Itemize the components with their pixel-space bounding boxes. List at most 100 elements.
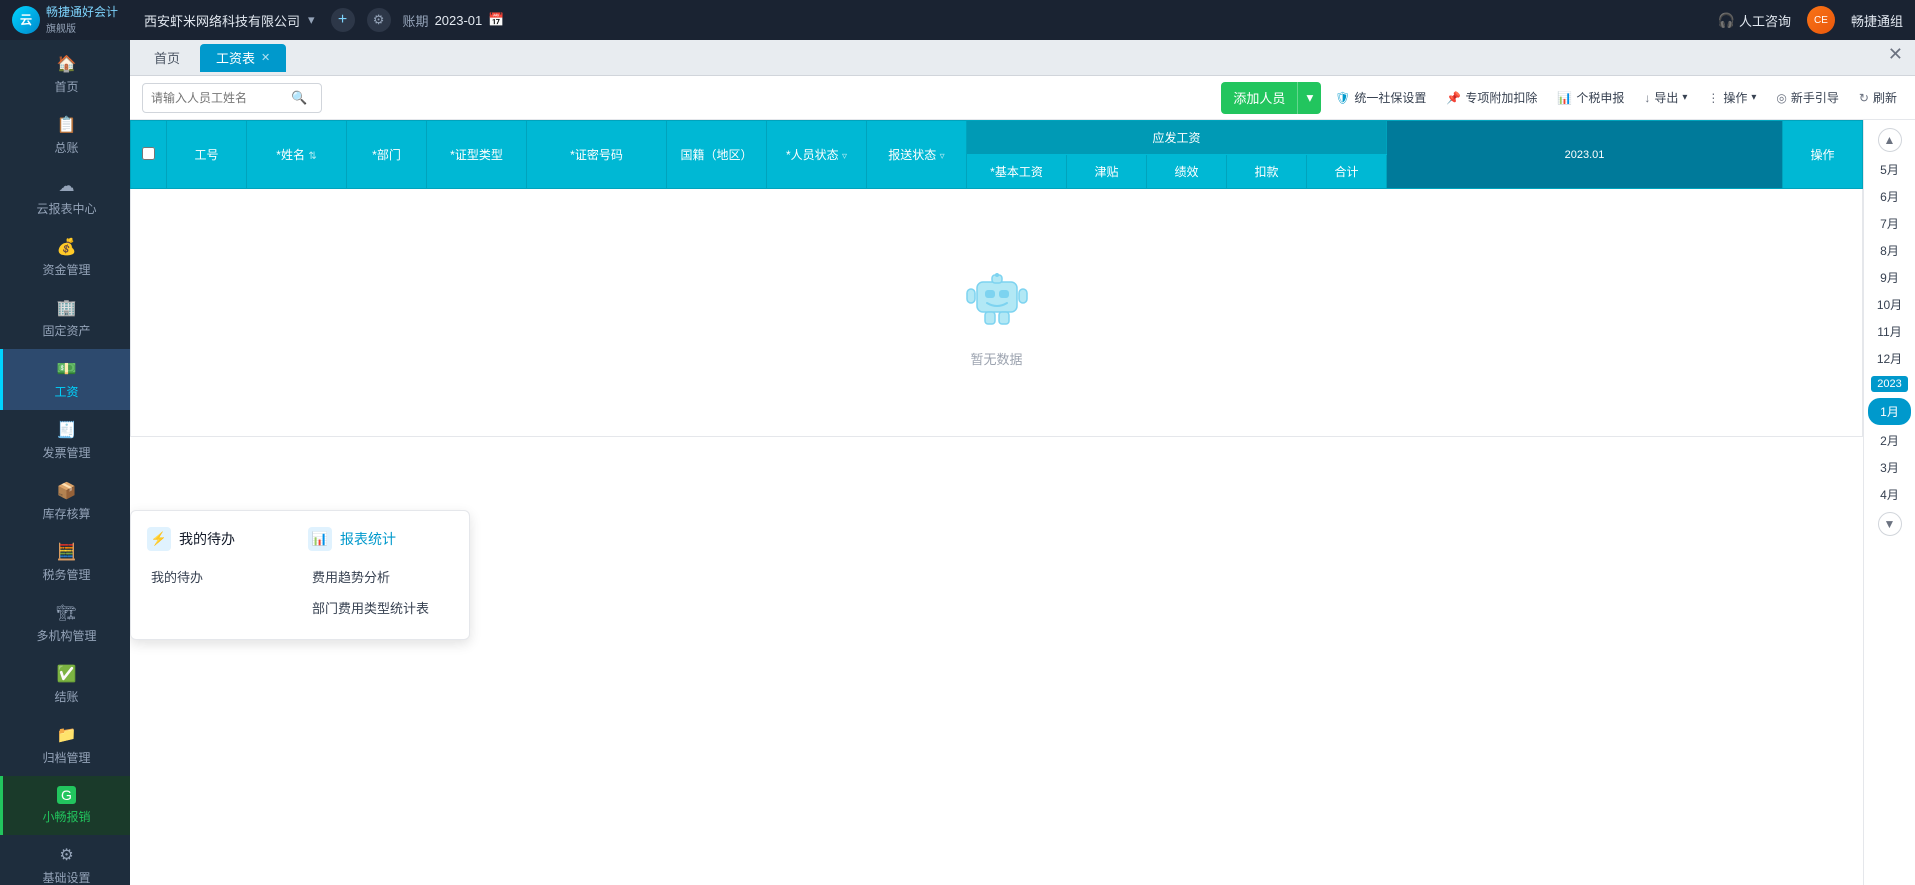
empty-illustration [957,257,1037,337]
sidebar-item-invoice[interactable]: 🧾 发票管理 [0,410,130,471]
th-id: 工号 [167,121,247,189]
select-all-checkbox[interactable] [142,147,155,160]
month-1-active[interactable]: 1月 [1868,398,1911,425]
sidebar-label-multi: 多机构管理 [36,627,96,644]
support-button[interactable]: 🎧 人工咨询 [1718,11,1791,30]
tab-salary[interactable]: 工资表 ✕ [200,44,286,72]
sidebar-item-salary[interactable]: 💵 工资 [0,349,130,410]
period-value[interactable]: 2023-01 [435,13,483,28]
month-10[interactable]: 10月 [1864,291,1915,318]
month-scroll-up[interactable]: ▲ [1878,128,1902,152]
sidebar-item-report[interactable]: ☁ 云报表中心 [0,166,130,227]
month-scroll-down[interactable]: ▼ [1878,512,1902,536]
th-person-status[interactable]: *人员状态 ▿ [767,121,867,189]
month-12[interactable]: 12月 [1864,345,1915,372]
month-11[interactable]: 11月 [1864,318,1915,345]
export-button[interactable]: ↓ 导出 ▾ [1638,85,1693,110]
new-guide-button[interactable]: ◎ 新手引导 [1770,85,1845,110]
company-selector[interactable]: 西安虾米网络科技有限公司 ▾ [144,11,315,30]
guide-icon: ◎ [1776,91,1786,105]
salary-table: 工号 *姓名 ⇅ *部门 *证型类型 [130,120,1863,437]
user-avatar[interactable]: CE [1807,6,1835,34]
settings-icon[interactable]: ⚙ [367,8,391,32]
th-send-status[interactable]: 报送状态 ▿ [867,121,967,189]
month-9[interactable]: 9月 [1864,264,1915,291]
sidebar-item-ledger[interactable]: 📋 总账 [0,105,130,166]
th-dept: *部门 [347,121,427,189]
sidebar-label-ledger: 总账 [54,139,78,156]
shield-icon: 🛡 [1335,91,1350,105]
month-3[interactable]: 3月 [1864,454,1915,481]
social-security-button[interactable]: 🛡 统一社保设置 [1329,85,1432,110]
month-6[interactable]: 6月 [1864,183,1915,210]
popup-cost-trend[interactable]: 费用趋势分析 [308,561,453,592]
expense-icon: G [57,786,76,804]
sidebar-item-finance[interactable]: 💰 资金管理 [0,227,130,288]
month-4[interactable]: 4月 [1864,481,1915,508]
popup-dept-cost[interactable]: 部门费用类型统计表 [308,592,453,623]
sidebar-label-salary: 工资 [54,383,78,400]
tax-report-button[interactable]: 📊 个税申报 [1551,85,1630,110]
sidebar-item-tax[interactable]: 🧮 税务管理 [0,532,130,593]
empty-message: 暂无数据 [970,349,1022,368]
calendar-icon[interactable]: 📅 [488,12,504,28]
tax-report-icon: 📊 [1557,91,1572,105]
th-name[interactable]: *姓名 ⇅ [247,121,347,189]
th-operation: 操作 [1783,121,1863,189]
gear-icon: ⚙ [59,845,73,865]
tab-home[interactable]: 首页 [138,44,196,72]
todo-section-icon: ⚡ [147,527,171,551]
sidebar-item-archive[interactable]: 📁 归档管理 [0,715,130,776]
operations-button[interactable]: ⋮ 操作 ▾ [1701,85,1762,110]
sidebar-label-finance: 资金管理 [42,261,90,278]
th-deduction: 扣款 [1227,155,1307,189]
add-person-dropdown[interactable]: ▾ [1297,82,1321,114]
sidebar-label-report: 云报表中心 [36,200,96,217]
tab-salary-close[interactable]: ✕ [261,51,270,64]
empty-state: 暂无数据 [141,197,1852,428]
tab-bar: 首页 工资表 ✕ ✕ [130,40,1915,76]
deduction-icon: 📌 [1446,91,1461,105]
sidebar-item-fixed[interactable]: 🏢 固定资产 [0,288,130,349]
logo-area: 云 畅捷通好会计 旗舰版 [12,5,132,34]
month-8[interactable]: 8月 [1864,237,1915,264]
sidebar-item-multi[interactable]: 🏗 多机构管理 [0,593,130,654]
multi-icon: 🏗 [56,603,76,623]
sidebar-item-expense[interactable]: G 小畅报销 [0,776,130,835]
sidebar-item-inventory[interactable]: 📦 库存核算 [0,471,130,532]
month-5[interactable]: 5月 [1864,156,1915,183]
th-total: 合计 [1307,155,1387,189]
th-subsidy: 津贴 [1067,155,1147,189]
sidebar-item-home[interactable]: 🏠 首页 [0,44,130,105]
filter-icon: ▿ [842,151,847,162]
special-deduction-button[interactable]: 📌 专项附加扣除 [1440,85,1543,110]
ops-arrow-icon: ▾ [1751,92,1756,103]
table-container: 工号 *姓名 ⇅ *部门 *证型类型 [130,120,1863,885]
add-person-button[interactable]: 添加人员 [1221,82,1297,114]
headset-icon: 🎧 [1718,12,1735,29]
refresh-button[interactable]: ↻ 刷新 [1853,85,1903,110]
popup-my-todo[interactable]: 我的待办 [147,561,292,592]
sidebar-item-basic[interactable]: ⚙ 基础设置 [0,835,130,885]
global-close-button[interactable]: ✕ [1888,44,1903,65]
sidebar-label-tax: 税务管理 [42,566,90,583]
add-person-btn-group: 添加人员 ▾ [1221,82,1321,114]
month-7[interactable]: 7月 [1864,210,1915,237]
finance-icon: 💰 [57,237,77,257]
add-person-label: 添加人员 [1233,88,1285,107]
header-actions: 🎧 人工咨询 CE 畅捷通组 [1718,6,1903,34]
search-icon: 🔍 [291,90,307,106]
search-input[interactable] [151,91,291,105]
sidebar-label-basic: 基础设置 [42,869,90,885]
add-button[interactable]: + [331,8,355,32]
salary-icon: 💵 [57,359,77,379]
popup-todo-title: ⚡ 我的待办 [147,527,292,551]
sidebar-item-checkout[interactable]: ✅ 结账 [0,654,130,715]
month-2[interactable]: 2月 [1864,427,1915,454]
user-name: 畅捷通组 [1851,11,1903,30]
th-id-type: *证型类型 [427,121,527,189]
sidebar-label-archive: 归档管理 [42,749,90,766]
sidebar-label-checkout: 结账 [54,688,78,705]
popup-report-title: 📊 报表统计 [308,527,453,551]
export-arrow-icon: ▾ [1682,92,1687,103]
